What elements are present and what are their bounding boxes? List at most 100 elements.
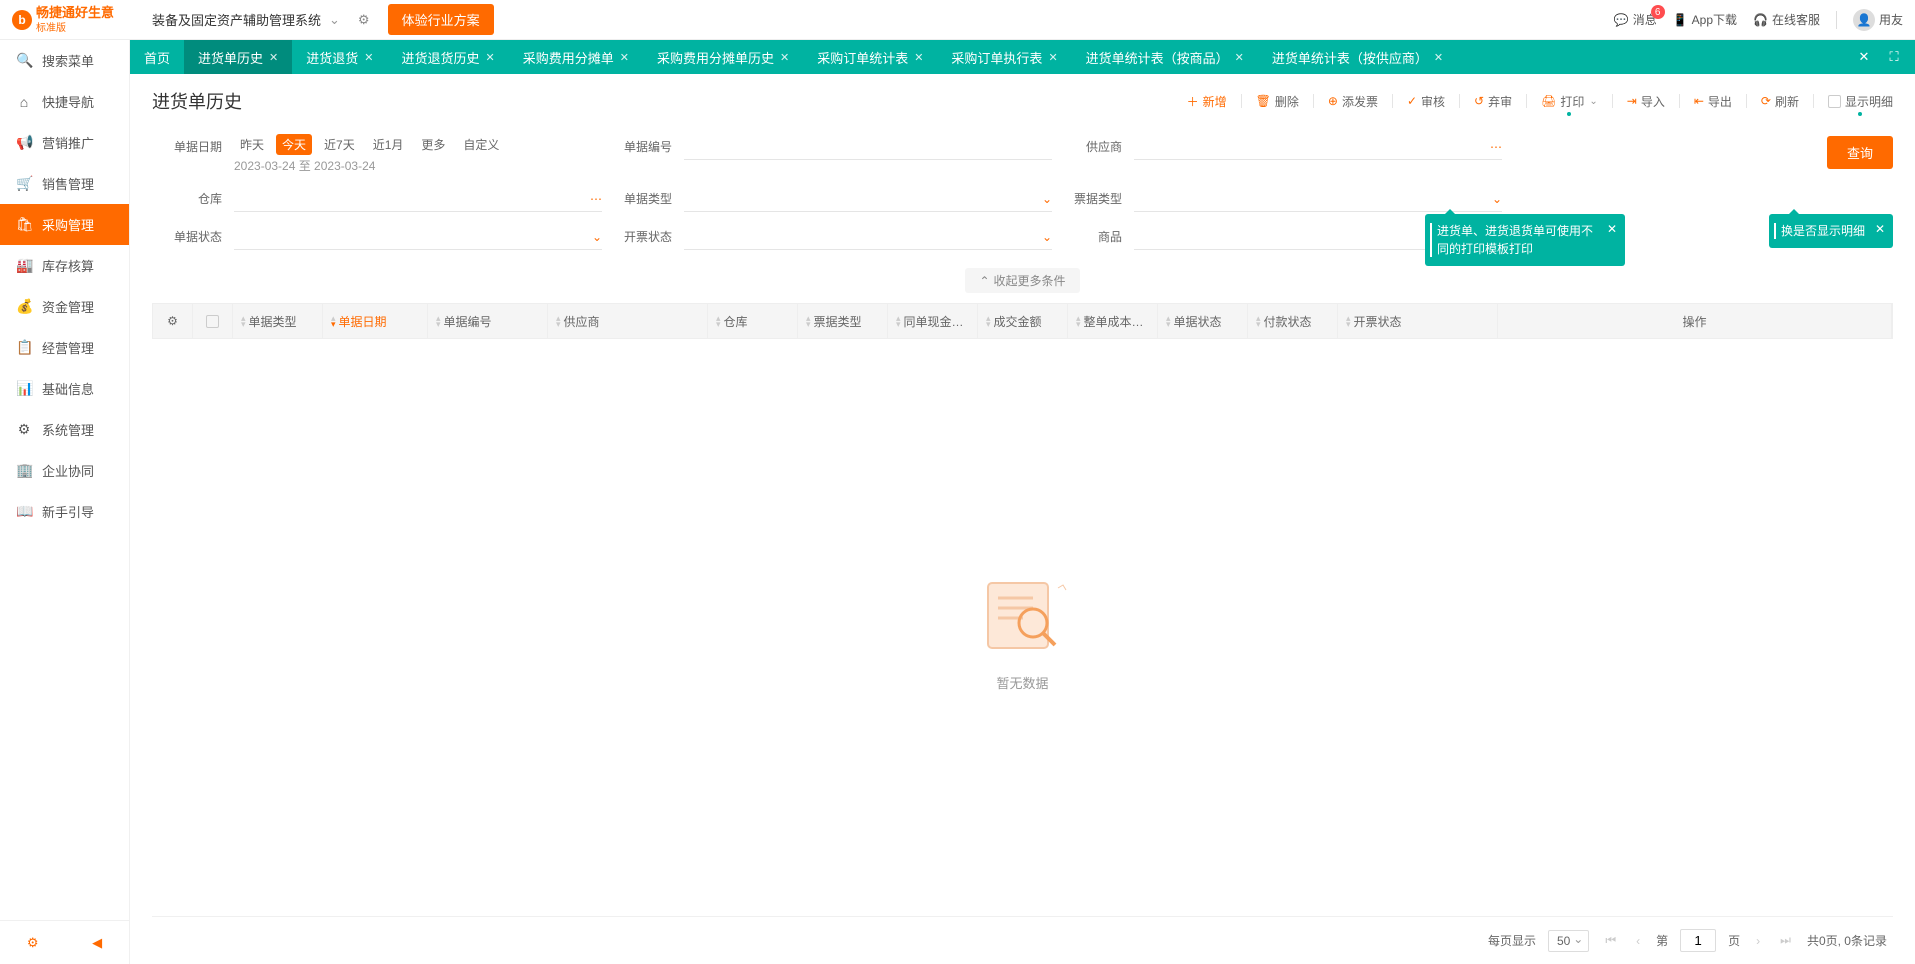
- date-preset[interactable]: 自定义: [457, 134, 505, 155]
- print-button[interactable]: 🖨打印⌄: [1541, 93, 1598, 110]
- chevron-down-icon[interactable]: ⌄: [592, 230, 602, 244]
- filter-bill-type-label: 单据类型: [602, 186, 672, 207]
- sidebar-item[interactable]: 🛍采购管理: [0, 204, 129, 245]
- col-bill-date[interactable]: ▴▾单据日期: [323, 304, 428, 338]
- tab[interactable]: 采购订单统计表✕: [803, 40, 937, 74]
- date-preset[interactable]: 更多: [415, 134, 451, 155]
- show-detail-toggle[interactable]: 显示明细: [1828, 93, 1893, 110]
- col-pay-status[interactable]: ▴▾付款状态: [1248, 304, 1338, 338]
- page-input[interactable]: [1680, 929, 1716, 952]
- col-invoice-status[interactable]: ▴▾开票状态: [1338, 304, 1498, 338]
- col-bill-status[interactable]: ▴▾单据状态: [1158, 304, 1248, 338]
- audit-button[interactable]: ✓审核: [1407, 93, 1445, 110]
- ticket-type-input[interactable]: [1134, 192, 1492, 206]
- sidebar-item[interactable]: ⚙系统管理: [0, 409, 129, 450]
- app-download-button[interactable]: 📱 App下载: [1673, 11, 1737, 28]
- search-button[interactable]: 查询: [1827, 136, 1893, 169]
- close-icon[interactable]: ✕: [914, 51, 923, 64]
- online-service-button[interactable]: 🎧 在线客服: [1753, 11, 1820, 28]
- refresh-button[interactable]: ⟳刷新: [1761, 93, 1799, 110]
- sidebar-item[interactable]: 🔍搜索菜单: [0, 40, 129, 81]
- invoice-status-input[interactable]: [684, 230, 1042, 244]
- settings-col-header[interactable]: ⚙: [153, 304, 193, 338]
- supplier-input[interactable]: [1134, 140, 1490, 154]
- first-page-button[interactable]: ⏮: [1601, 931, 1620, 950]
- import-button[interactable]: ⇥导入: [1627, 93, 1665, 110]
- sidebar-item-label: 基础信息: [42, 379, 94, 398]
- tab[interactable]: 进货退货✕: [292, 40, 387, 74]
- add-invoice-button[interactable]: ⊕添发票: [1328, 93, 1378, 110]
- sidebar-item[interactable]: ⌂快捷导航: [0, 81, 129, 122]
- gear-icon[interactable]: ⚙: [358, 12, 370, 28]
- message-button[interactable]: 💬 消息 6: [1614, 11, 1657, 28]
- sidebar-item[interactable]: 🛒销售管理: [0, 163, 129, 204]
- tab[interactable]: 首页: [130, 40, 184, 74]
- chevron-down-icon[interactable]: ⌄: [1492, 192, 1502, 206]
- delete-button[interactable]: 🗑删除: [1256, 93, 1299, 110]
- experience-button[interactable]: 体验行业方案: [388, 4, 494, 35]
- settings-icon[interactable]: ⚙: [27, 935, 39, 951]
- date-preset[interactable]: 昨天: [234, 134, 270, 155]
- last-page-button[interactable]: ⏭: [1776, 931, 1795, 950]
- export-button[interactable]: ⇤导出: [1694, 93, 1732, 110]
- date-preset[interactable]: 近7天: [318, 134, 361, 155]
- close-icon[interactable]: ✕: [1434, 51, 1443, 64]
- warehouse-input[interactable]: [234, 192, 590, 206]
- add-button[interactable]: ＋新增: [1187, 93, 1227, 110]
- close-icon[interactable]: ✕: [486, 51, 495, 64]
- tab[interactable]: 进货单统计表（按商品）✕: [1072, 40, 1258, 74]
- tab[interactable]: 采购费用分摊单✕: [509, 40, 643, 74]
- unaudit-button[interactable]: ↺弃审: [1474, 93, 1512, 110]
- col-cash[interactable]: ▴▾同单现金…: [888, 304, 978, 338]
- sidebar-item[interactable]: 🏢企业协同: [0, 450, 129, 491]
- col-ticket-type[interactable]: ▴▾票据类型: [798, 304, 888, 338]
- per-page-select[interactable]: 50: [1548, 930, 1589, 952]
- chevron-down-icon[interactable]: ⌄: [1042, 192, 1052, 206]
- tab[interactable]: 进货退货历史✕: [387, 40, 508, 74]
- col-bill-type[interactable]: ▴▾单据类型: [233, 304, 323, 338]
- sidebar-item[interactable]: 💰资金管理: [0, 286, 129, 327]
- sidebar-item-icon: 🛒: [16, 175, 32, 192]
- collapse-filters-button[interactable]: ⌃收起更多条件: [965, 268, 1079, 293]
- close-icon[interactable]: ✕: [269, 51, 278, 64]
- tab[interactable]: 进货单统计表（按供应商）✕: [1258, 40, 1457, 74]
- sidebar-item[interactable]: 📋经营管理: [0, 327, 129, 368]
- close-icon[interactable]: ✕: [620, 51, 629, 64]
- filter-ticket-type-label: 票据类型: [1052, 186, 1122, 207]
- bill-type-input[interactable]: [684, 192, 1042, 206]
- sidebar-bottom: ⚙ ◀: [0, 920, 129, 964]
- tab[interactable]: 采购费用分摊单历史✕: [643, 40, 803, 74]
- sidebar-item[interactable]: 📊基础信息: [0, 368, 129, 409]
- prev-page-button[interactable]: ‹: [1632, 932, 1644, 950]
- date-preset[interactable]: 近1月: [367, 134, 410, 155]
- close-icon[interactable]: ✕: [780, 51, 789, 64]
- bill-status-input[interactable]: [234, 230, 592, 244]
- system-selector[interactable]: 装备及固定资产辅助管理系统 ⌄: [152, 10, 348, 29]
- col-cost[interactable]: ▴▾整单成本…: [1068, 304, 1158, 338]
- sidebar-item[interactable]: 🏭库存核算: [0, 245, 129, 286]
- col-supplier[interactable]: ▴▾供应商: [548, 304, 708, 338]
- tab[interactable]: 进货单历史✕: [184, 40, 292, 74]
- collapse-sidebar-icon[interactable]: ◀: [92, 935, 102, 951]
- close-icon[interactable]: ✕: [1875, 220, 1885, 238]
- close-icon[interactable]: ✕: [1048, 51, 1057, 64]
- bill-no-input[interactable]: [684, 140, 1052, 154]
- close-icon[interactable]: ✕: [364, 51, 373, 64]
- col-deal-amount[interactable]: ▴▾成交金额: [978, 304, 1068, 338]
- col-warehouse[interactable]: ▴▾仓库: [708, 304, 798, 338]
- date-preset[interactable]: 今天: [276, 134, 312, 155]
- sidebar-item[interactable]: 📢营销推广: [0, 122, 129, 163]
- sidebar-item[interactable]: 📖新手引导: [0, 491, 129, 532]
- col-bill-no[interactable]: ▴▾单据编号: [428, 304, 548, 338]
- user-menu[interactable]: 👤 用友: [1853, 9, 1903, 31]
- tab[interactable]: 采购订单执行表✕: [937, 40, 1071, 74]
- chevron-down-icon[interactable]: ⌄: [1042, 230, 1052, 244]
- close-all-tabs-icon[interactable]: ✕: [1851, 44, 1877, 70]
- next-page-button[interactable]: ›: [1752, 932, 1764, 950]
- close-icon[interactable]: ✕: [1607, 220, 1617, 238]
- ellipsis-icon[interactable]: ⋯: [590, 192, 602, 206]
- checkbox-col-header[interactable]: [193, 304, 233, 338]
- fullscreen-icon[interactable]: ⛶: [1881, 44, 1907, 70]
- ellipsis-icon[interactable]: ⋯: [1490, 140, 1502, 154]
- close-icon[interactable]: ✕: [1235, 51, 1244, 64]
